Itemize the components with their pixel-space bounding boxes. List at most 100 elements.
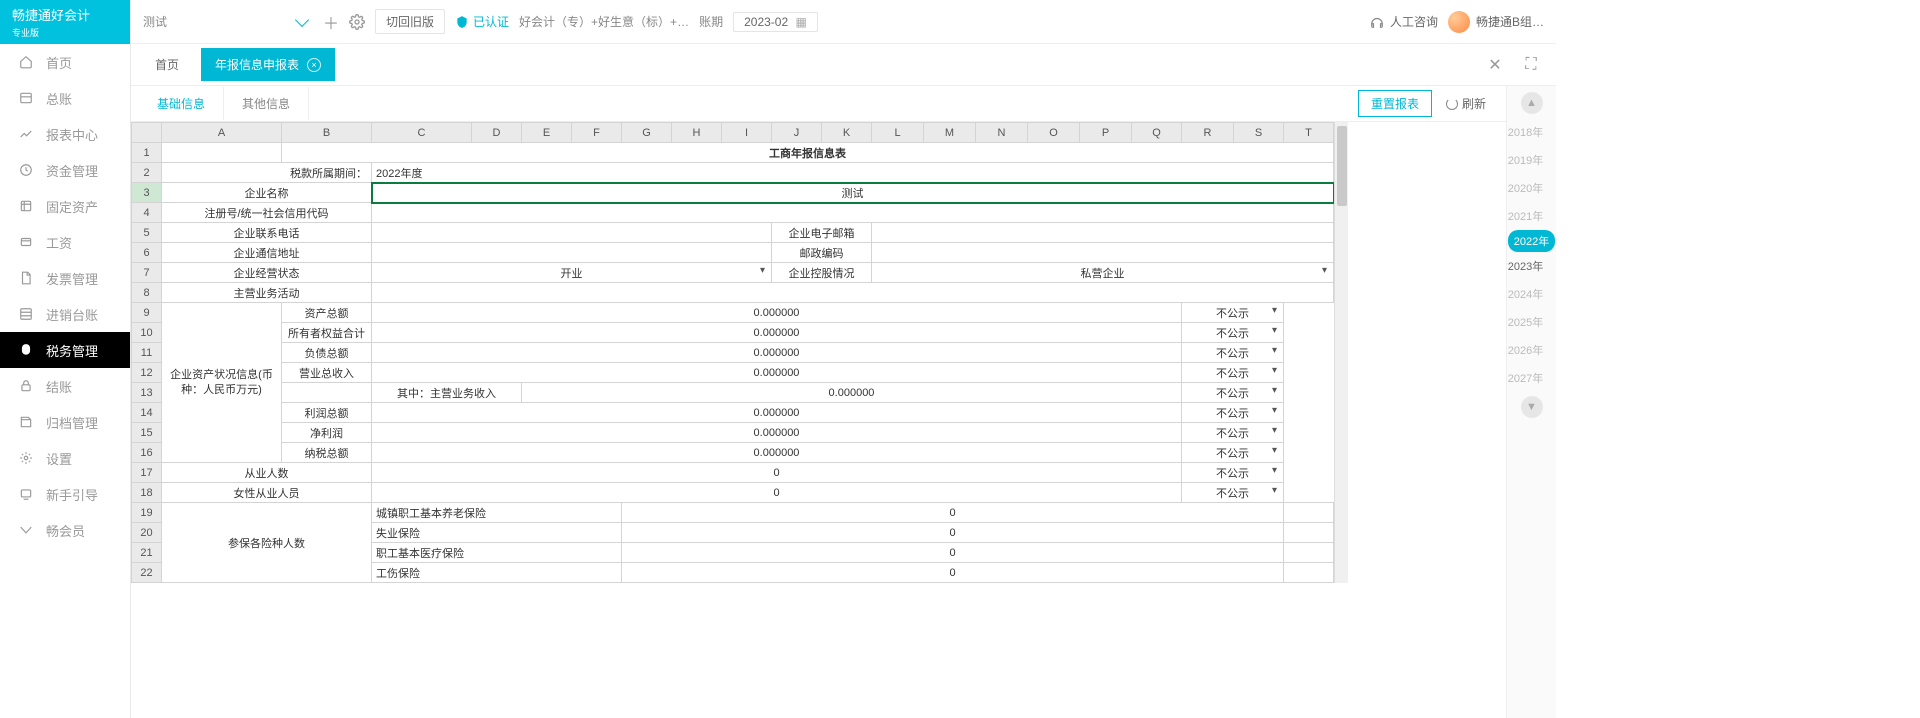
publicity-dropdown[interactable]: 不公示 [1182, 403, 1284, 423]
reset-button[interactable]: 重置报表 [1358, 90, 1432, 117]
publicity-dropdown[interactable]: 不公示 [1182, 463, 1284, 483]
year-item[interactable]: 2026年 [1508, 336, 1555, 364]
value-cell[interactable]: 0 [622, 543, 1284, 563]
value-cell[interactable]: 0 [622, 563, 1284, 583]
vertical-scrollbar[interactable] [1334, 122, 1348, 583]
col-header[interactable]: G [622, 123, 672, 143]
sidebar-item-9[interactable]: 结账 [0, 368, 130, 404]
col-header[interactable]: Q [1132, 123, 1182, 143]
year-up-button[interactable]: ▲ [1521, 92, 1543, 114]
year-item[interactable]: 2018年 [1508, 118, 1555, 146]
sidebar-item-12[interactable]: 新手引导 [0, 476, 130, 512]
publicity-dropdown[interactable]: 不公示 [1182, 383, 1284, 403]
col-header[interactable]: R [1182, 123, 1234, 143]
col-header[interactable]: E [522, 123, 572, 143]
row-header[interactable]: 19 [132, 503, 162, 523]
col-header[interactable]: A [162, 123, 282, 143]
sidebar-item-6[interactable]: 发票管理 [0, 260, 130, 296]
row-header[interactable]: 10 [132, 323, 162, 343]
sidebar-item-7[interactable]: 进销台账 [0, 296, 130, 332]
col-header[interactable]: J [772, 123, 822, 143]
row-header[interactable]: 15 [132, 423, 162, 443]
fullscreen-button[interactable]: ⛶ [1518, 52, 1544, 78]
period-picker[interactable]: 2023-02 ▦ [733, 12, 818, 32]
status-dropdown[interactable]: 开业 [372, 263, 772, 283]
col-header[interactable]: N [976, 123, 1028, 143]
row-header[interactable]: 9 [132, 303, 162, 323]
sidebar-item-8[interactable]: 税务管理 [0, 332, 130, 368]
value-cell[interactable]: 0 [372, 463, 1182, 483]
col-header[interactable]: O [1028, 123, 1080, 143]
sidebar-item-4[interactable]: 固定资产 [0, 188, 130, 224]
tab-home[interactable]: 首页 [143, 48, 191, 81]
publicity-dropdown[interactable]: 不公示 [1182, 343, 1284, 363]
row-header[interactable]: 16 [132, 443, 162, 463]
support-button[interactable]: 人工咨询 [1370, 13, 1438, 30]
year-item[interactable]: 2019年 [1508, 146, 1555, 174]
row-header[interactable]: 17 [132, 463, 162, 483]
year-item[interactable]: 2023年 [1508, 252, 1555, 280]
close-all-tabs-button[interactable]: ✕ [1482, 52, 1508, 78]
value-cell[interactable]: 0 [622, 503, 1284, 523]
value-cell[interactable]: 0.000000 [372, 343, 1182, 363]
company-dropdown[interactable]: 测试 [143, 13, 313, 30]
row-header[interactable]: 18 [132, 483, 162, 503]
publicity-dropdown[interactable]: 不公示 [1182, 363, 1284, 383]
user-menu[interactable]: 畅捷通B组… [1448, 11, 1544, 33]
refresh-button[interactable]: 刷新 [1446, 95, 1486, 112]
sidebar-item-1[interactable]: 总账 [0, 80, 130, 116]
subtab-basic[interactable]: 基础信息 [139, 87, 224, 120]
col-header[interactable]: H [672, 123, 722, 143]
tab-close-icon[interactable]: × [307, 58, 321, 72]
year-item[interactable]: 2025年 [1508, 308, 1555, 336]
row-header[interactable]: 8 [132, 283, 162, 303]
col-header[interactable]: M [924, 123, 976, 143]
row-header[interactable]: 2 [132, 163, 162, 183]
value-cell[interactable]: 0.000000 [522, 383, 1182, 403]
row-header[interactable]: 12 [132, 363, 162, 383]
sidebar-item-3[interactable]: 资金管理 [0, 152, 130, 188]
row-header[interactable]: 1 [132, 143, 162, 163]
row-header[interactable]: 13 [132, 383, 162, 403]
publicity-dropdown[interactable]: 不公示 [1182, 423, 1284, 443]
sidebar-item-5[interactable]: 工资 [0, 224, 130, 260]
col-header[interactable]: C [372, 123, 472, 143]
year-item[interactable]: 2027年 [1508, 364, 1555, 392]
year-item[interactable]: 2024年 [1508, 280, 1555, 308]
switch-old-button[interactable]: 切回旧版 [375, 9, 445, 34]
col-header[interactable]: L [872, 123, 924, 143]
col-header[interactable]: D [472, 123, 522, 143]
holding-dropdown[interactable]: 私营企业 [872, 263, 1334, 283]
tab-annual-report[interactable]: 年报信息申报表 × [201, 48, 335, 81]
value-cell[interactable]: 0 [372, 483, 1182, 503]
col-header[interactable]: F [572, 123, 622, 143]
settings-icon[interactable] [349, 14, 365, 30]
value-cell[interactable]: 0.000000 [372, 363, 1182, 383]
sidebar-item-2[interactable]: 报表中心 [0, 116, 130, 152]
publicity-dropdown[interactable]: 不公示 [1182, 303, 1284, 323]
sidebar-item-0[interactable]: 首页 [0, 44, 130, 80]
row-header[interactable]: 20 [132, 523, 162, 543]
row-header[interactable]: 5 [132, 223, 162, 243]
sidebar-item-13[interactable]: 畅会员 [0, 512, 130, 548]
row-header[interactable]: 14 [132, 403, 162, 423]
publicity-dropdown[interactable]: 不公示 [1182, 443, 1284, 463]
col-header[interactable]: B [282, 123, 372, 143]
col-header[interactable]: K [822, 123, 872, 143]
sidebar-item-11[interactable]: 设置 [0, 440, 130, 476]
value-cell[interactable]: 0.000000 [372, 303, 1182, 323]
publicity-dropdown[interactable]: 不公示 [1182, 483, 1284, 503]
value-cell[interactable]: 0.000000 [372, 323, 1182, 343]
add-company-button[interactable]: ＋ [323, 10, 339, 34]
publicity-dropdown[interactable]: 不公示 [1182, 323, 1284, 343]
col-header[interactable]: S [1234, 123, 1284, 143]
col-header[interactable]: P [1080, 123, 1132, 143]
company-name-cell[interactable]: 测试 [372, 183, 1334, 203]
subtab-other[interactable]: 其他信息 [224, 87, 309, 120]
col-header[interactable]: I [722, 123, 772, 143]
row-header[interactable]: 4 [132, 203, 162, 223]
row-header[interactable]: 3 [132, 183, 162, 203]
sidebar-item-10[interactable]: 归档管理 [0, 404, 130, 440]
value-cell[interactable]: 0.000000 [372, 443, 1182, 463]
value-cell[interactable]: 0 [622, 523, 1284, 543]
